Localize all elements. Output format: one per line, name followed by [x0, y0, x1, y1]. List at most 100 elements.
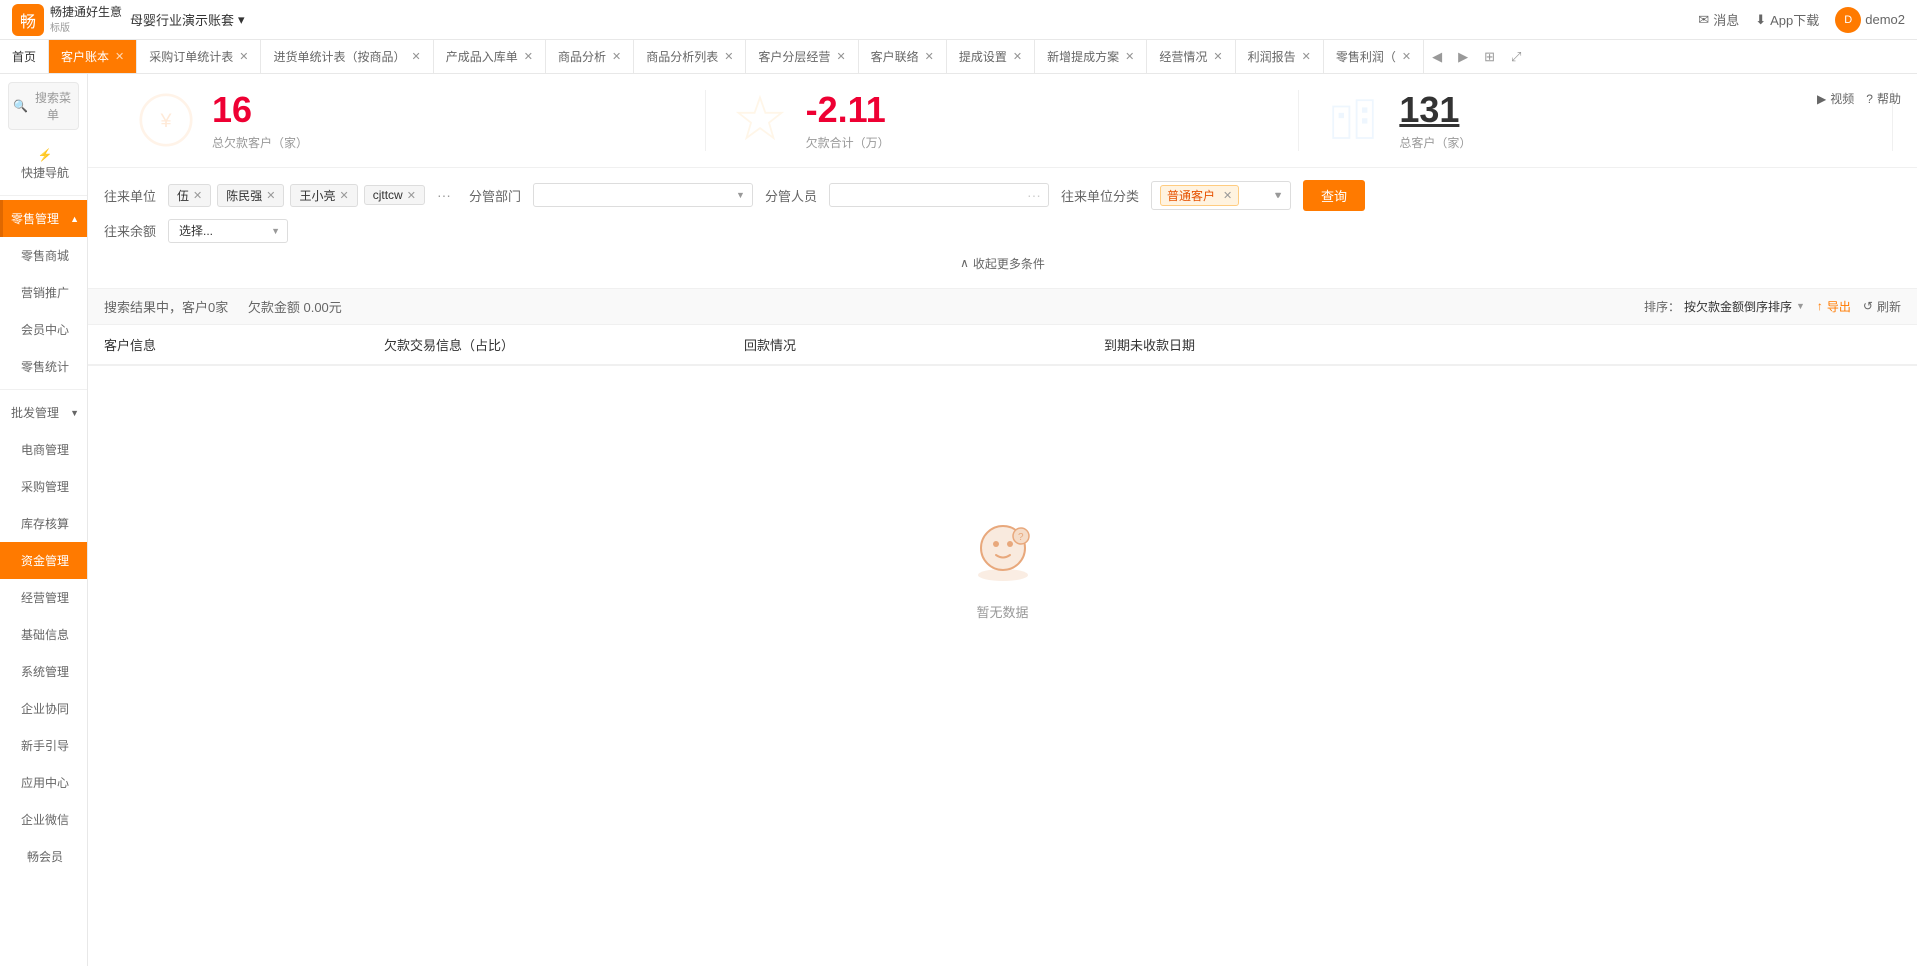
tab-profit-report[interactable]: 利润报告 ✕ — [1236, 40, 1324, 74]
tab-close-goods-stat[interactable]: ✕ — [412, 50, 421, 63]
unit-tag-wang: 王小亮 ✕ — [290, 184, 357, 207]
dept-dropdown-wrap — [533, 183, 753, 207]
stat-debit-total: -2.11 欠款合计（万） — [706, 90, 1300, 151]
tab-goods-analysis[interactable]: 商品分析 ✕ — [546, 40, 634, 74]
sidebar-item-retail-mall[interactable]: 零售商城 — [0, 237, 87, 274]
sidebar-item-finance[interactable]: 资金管理 — [0, 542, 87, 579]
search-menu-button[interactable]: 🔍 搜索菜单 — [8, 82, 79, 130]
dept-input[interactable] — [533, 183, 753, 207]
sidebar-item-app-center[interactable]: 应用中心 — [0, 764, 87, 801]
stat-total-customers: 131 总客户（家） — [1299, 90, 1893, 151]
tab-expand-btn[interactable]: ⊞ — [1476, 40, 1503, 74]
person-input-more: ··· — [1027, 187, 1041, 203]
tab-prev-btn[interactable]: ◀ — [1424, 40, 1450, 74]
tab-close-customer-account[interactable]: ✕ — [115, 50, 124, 63]
balance-select[interactable]: 选择... — [168, 219, 288, 243]
person-input[interactable] — [829, 183, 1049, 207]
sidebar-item-vip[interactable]: 畅会员 — [0, 838, 87, 875]
col-debit-info: 欠款交易信息（占比） — [384, 335, 744, 354]
empty-text: 暂无数据 — [976, 602, 1028, 621]
col-repayment: 回款情况 — [744, 335, 1104, 354]
sidebar-item-inventory[interactable]: 库存核算 — [0, 505, 87, 542]
coin-icon: ¥ — [136, 90, 196, 150]
sidebar-item-operation[interactable]: 经营管理 — [0, 579, 87, 616]
tab-purchase-order[interactable]: 采购订单统计表 ✕ — [137, 40, 261, 74]
sidebar-item-new-guide[interactable]: 新手引导 — [0, 727, 87, 764]
sidebar-item-enterprise-wechat[interactable]: 企业微信 — [0, 801, 87, 838]
unit-tag-chen: 陈民强 ✕ — [217, 184, 284, 207]
sidebar-item-batch[interactable]: 批发管理 ▼ — [0, 394, 87, 431]
tab-close-product[interactable]: ✕ — [524, 50, 533, 63]
search-icon: 🔍 — [13, 99, 28, 113]
account-selector[interactable]: 母婴行业演示账套 ▾ — [130, 10, 245, 29]
tab-product-instock[interactable]: 产成品入库单 ✕ — [434, 40, 546, 74]
unit-tag-chen-close[interactable]: ✕ — [266, 189, 275, 202]
help-button[interactable]: ? 帮助 — [1866, 90, 1901, 107]
tab-operation[interactable]: 经营情况 ✕ — [1147, 40, 1235, 74]
tab-goods-stat[interactable]: 进货单统计表（按商品） ✕ — [261, 40, 433, 74]
tab-customer-tier[interactable]: 客户分层经营 ✕ — [746, 40, 858, 74]
tab-goods-analysis-list[interactable]: 商品分析列表 ✕ — [634, 40, 746, 74]
collapse-icon: ∧ — [960, 256, 969, 270]
app-download-button[interactable]: ⬇ App下载 — [1755, 10, 1819, 29]
tab-close-purchase[interactable]: ✕ — [239, 50, 248, 63]
unit-tag-wang-close[interactable]: ✕ — [340, 189, 349, 202]
tab-close-goods-list[interactable]: ✕ — [724, 50, 733, 63]
tab-close-profit[interactable]: ✕ — [1302, 50, 1311, 63]
unit-category-arrow: ▼ — [1273, 190, 1282, 200]
sidebar-item-marketing[interactable]: 营销推广 — [0, 274, 87, 311]
tab-fullscreen-btn[interactable]: ⤢ — [1503, 40, 1529, 74]
query-button[interactable]: 查询 — [1303, 180, 1365, 211]
filter-bar: 往来单位 伍 ✕ 陈民强 ✕ 王小亮 ✕ cjttcw — [88, 168, 1917, 289]
tab-close-promo[interactable]: ✕ — [1013, 50, 1022, 63]
category-tag-close[interactable]: ✕ — [1223, 189, 1232, 202]
person-input-wrap: ··· — [829, 183, 1049, 207]
tab-customer-contact[interactable]: 客户联络 ✕ — [859, 40, 947, 74]
table-header: 客户信息 欠款交易信息（占比） 回款情况 到期未收款日期 — [88, 325, 1917, 366]
sidebar-item-retail[interactable]: 零售管理 ▲ — [0, 200, 87, 237]
sidebar-item-member[interactable]: 会员中心 — [0, 311, 87, 348]
sidebar-item-system[interactable]: 系统管理 — [0, 653, 87, 690]
result-bar: 搜索结果中，客户0家 欠款金额 0.00元 排序： 按欠款金额倒序排序 ▼ ↑ … — [88, 289, 1917, 325]
stats-help-area: ▶ 视频 ? 帮助 — [1817, 90, 1901, 107]
tab-close-goods-analysis[interactable]: ✕ — [612, 50, 621, 63]
refresh-button[interactable]: ↺ 刷新 — [1863, 298, 1901, 315]
category-tag: 普通客户 ✕ — [1160, 185, 1239, 206]
sidebar-item-enterprise[interactable]: 企业协同 — [0, 690, 87, 727]
unit-tags-more[interactable]: ··· — [431, 185, 457, 205]
sidebar-item-purchase[interactable]: 采购管理 — [0, 468, 87, 505]
unit-tag-wu-close[interactable]: ✕ — [193, 189, 202, 202]
top-bar: 畅 畅捷通好生意 标版 母婴行业演示账套 ▾ ✉ 消息 ⬇ App下载 D de… — [0, 0, 1917, 40]
top-bar-left: 畅 畅捷通好生意 标版 母婴行业演示账套 ▾ — [12, 4, 245, 36]
tab-close-tier[interactable]: ✕ — [836, 50, 845, 63]
tab-close-retail[interactable]: ✕ — [1402, 50, 1411, 63]
sidebar-item-ecommerce[interactable]: 电商管理 — [0, 431, 87, 468]
tab-close-new-promo[interactable]: ✕ — [1125, 50, 1134, 63]
export-button[interactable]: ↑ 导出 — [1817, 298, 1851, 315]
tab-promotion-settings[interactable]: 提成设置 ✕ — [947, 40, 1035, 74]
collapse-button[interactable]: ∧ 收起更多条件 — [948, 251, 1057, 276]
message-button[interactable]: ✉ 消息 — [1698, 10, 1739, 29]
tab-close-contact[interactable]: ✕ — [925, 50, 934, 63]
unit-tag-cjttcw-close[interactable]: ✕ — [407, 189, 416, 202]
tab-new-promotion[interactable]: 新增提成方案 ✕ — [1035, 40, 1147, 74]
tab-retail-profit[interactable]: 零售利润（ ✕ — [1324, 40, 1424, 74]
sidebar-item-basic[interactable]: 基础信息 — [0, 616, 87, 653]
sort-value[interactable]: 按欠款金额倒序排序 — [1684, 298, 1792, 315]
tab-customer-account[interactable]: 客户账本 ✕ — [49, 40, 137, 74]
stat-debit-total-value: -2.11 — [806, 90, 890, 130]
video-help-button[interactable]: ▶ 视频 — [1817, 90, 1854, 107]
tab-next-btn[interactable]: ▶ — [1450, 40, 1476, 74]
stat-debit-customers-label: 总欠款客户（家） — [212, 134, 308, 151]
dept-filter-label: 分管部门 — [469, 186, 521, 205]
tab-close-op[interactable]: ✕ — [1213, 50, 1222, 63]
unit-category-select[interactable]: 普通客户 ✕ ▼ — [1151, 181, 1291, 210]
unit-tags: 伍 ✕ 陈民强 ✕ 王小亮 ✕ cjttcw ✕ ··· — [168, 184, 457, 207]
user-menu[interactable]: D demo2 — [1835, 7, 1905, 33]
sidebar-item-quick-nav[interactable]: ⚡ 快捷导航 — [0, 138, 87, 191]
tab-home[interactable]: 首页 — [0, 40, 49, 74]
stats-bar: ¥ 16 总欠款客户（家） -2.11 欠款合计（万） — [88, 74, 1917, 168]
sidebar-item-retail-stats[interactable]: 零售统计 — [0, 348, 87, 385]
filter-row-2: 往来余额 选择... — [104, 219, 1901, 243]
filter-row-1: 往来单位 伍 ✕ 陈民强 ✕ 王小亮 ✕ cjttcw — [104, 180, 1901, 211]
